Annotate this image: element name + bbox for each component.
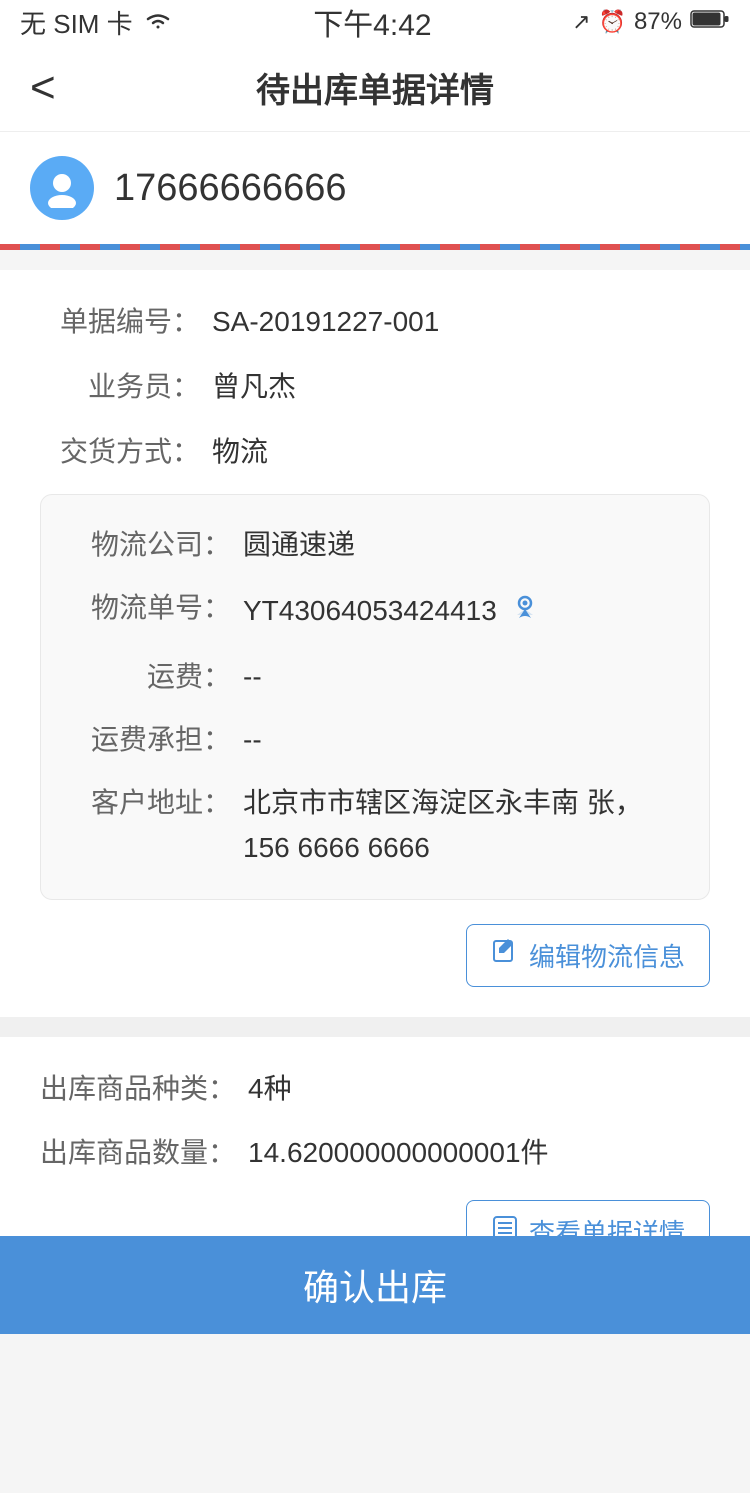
location-status-icon: ↗ [572, 9, 590, 35]
confirm-bar[interactable]: 确认出库 [0, 1236, 750, 1334]
address-row: 客户地址： 北京市市辖区海淀区永丰南 张，156 6666 6666 [71, 781, 679, 871]
staff-label: 业务员： [40, 365, 200, 410]
freight-value: -- [243, 655, 679, 700]
edit-logistics-button[interactable]: 编辑物流信息 [466, 924, 710, 987]
tracking-location-icon[interactable] [509, 586, 541, 637]
delivery-method: 物流 [212, 430, 710, 475]
logistics-company-value: 圆通速递 [243, 523, 679, 568]
back-button[interactable]: < [30, 63, 56, 113]
nav-bar: < 待出库单据详情 [0, 44, 750, 132]
tracking-value: YT43064053424413 [243, 586, 679, 637]
staff-row: 业务员： 曾凡杰 [40, 365, 710, 410]
freight-bearer-label: 运费承担： [71, 718, 231, 763]
doc-number-row: 单据编号： SA-20191227-001 [40, 300, 710, 345]
goods-quantity-value: 14.620000000000001件 [248, 1131, 710, 1176]
customer-row: 17666666666 [0, 132, 750, 244]
wifi-icon [143, 7, 173, 38]
freight-row: 运费： -- [71, 655, 679, 700]
freight-bearer-row: 运费承担： -- [71, 718, 679, 763]
address-text: 北京市市辖区海淀区永丰南 张，156 6666 6666 [243, 781, 679, 871]
address-label: 客户地址： [71, 781, 231, 826]
status-right: ↗ ⏰ 87% [572, 8, 730, 36]
logistics-card: 物流公司： 圆通速递 物流单号： YT43064053424413 运费： -- [40, 494, 710, 899]
staff-name: 曾凡杰 [212, 365, 710, 410]
freight-bearer-value: -- [243, 718, 679, 763]
logistics-company-label: 物流公司： [71, 523, 231, 568]
status-bar: 无 SIM 卡 下午4:42 ↗ ⏰ 87% [0, 0, 750, 44]
status-left: 无 SIM 卡 [20, 4, 173, 41]
delivery-label: 交货方式： [40, 430, 200, 475]
edit-logistics-label: 编辑物流信息 [529, 937, 685, 974]
tracking-row: 物流单号： YT43064053424413 [71, 586, 679, 637]
goods-types-label: 出库商品种类： [40, 1067, 236, 1112]
freight-label: 运费： [71, 655, 231, 700]
doc-number-label: 单据编号： [40, 300, 200, 345]
address-value: 北京市市辖区海淀区永丰南 张，156 6666 6666 [243, 781, 679, 871]
goods-quantity-row: 出库商品数量： 14.620000000000001件 [40, 1131, 710, 1176]
section-separator [0, 1017, 750, 1037]
battery-icon [690, 8, 730, 36]
goods-types-value: 4种 [248, 1067, 710, 1112]
edit-icon [491, 938, 519, 973]
edit-logistics-btn-container: 编辑物流信息 [40, 924, 710, 987]
goods-quantity-label: 出库商品数量： [40, 1131, 236, 1176]
delivery-row: 交货方式： 物流 [40, 430, 710, 475]
carrier-text: 无 SIM 卡 [20, 4, 133, 41]
tracking-number: YT43064053424413 [243, 589, 497, 634]
status-time: 下午4:42 [313, 0, 431, 44]
avatar [30, 156, 94, 220]
document-info-section: 单据编号： SA-20191227-001 业务员： 曾凡杰 交货方式： 物流 … [0, 270, 750, 1017]
dashed-divider [0, 244, 750, 250]
tracking-label: 物流单号： [71, 586, 231, 631]
confirm-btn-label: 确认出库 [303, 1259, 447, 1311]
page-title: 待出库单据详情 [256, 63, 494, 112]
logistics-company-row: 物流公司： 圆通速递 [71, 523, 679, 568]
goods-types-row: 出库商品种类： 4种 [40, 1067, 710, 1112]
alarm-icon: ⏰ [599, 9, 626, 35]
doc-number-value: SA-20191227-001 [212, 300, 710, 345]
battery-text: 87% [634, 8, 682, 36]
customer-phone: 17666666666 [114, 167, 346, 210]
